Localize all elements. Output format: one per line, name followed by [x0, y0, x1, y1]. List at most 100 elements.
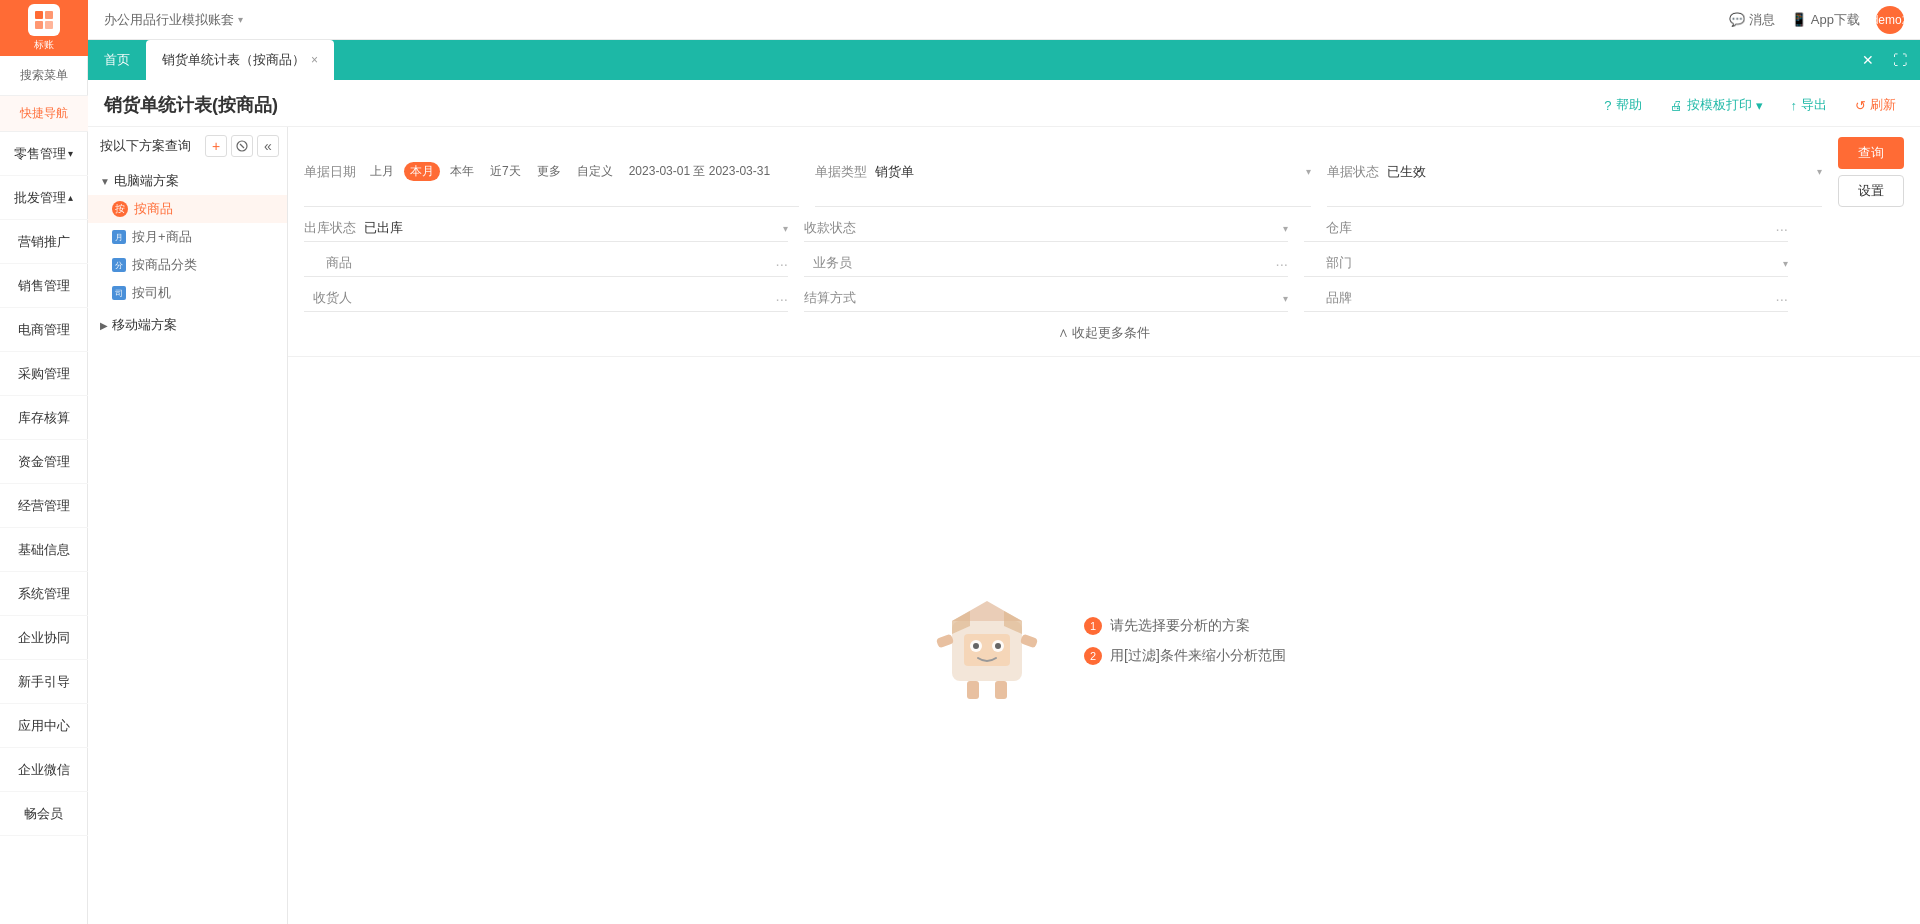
date-tab-7-days[interactable]: 近7天 [484, 162, 527, 181]
scheme-edit-button[interactable] [231, 135, 253, 157]
sidebar-item-cooperation-label: 企业协同 [18, 629, 70, 647]
sidebar-item-ecommerce[interactable]: 电商管理 [0, 308, 88, 352]
sidebar-item-basic[interactable]: 基础信息 [0, 528, 88, 572]
scheme-group-pc-label: 电脑端方案 [114, 172, 179, 190]
sidebar-item-retail[interactable]: 零售管理 ▾ [0, 132, 88, 176]
collapse-button[interactable]: ∧ 收起更多条件 [1058, 324, 1151, 342]
filter-separator-1 [799, 137, 815, 207]
date-tab-more[interactable]: 更多 [531, 162, 567, 181]
svg-rect-16 [995, 681, 1007, 699]
logo-text: 标账 [34, 38, 54, 52]
tab-close-window-button[interactable]: ✕ [1856, 48, 1880, 72]
sidebar-item-purchase[interactable]: 采购管理 [0, 352, 88, 396]
sidebar-item-stock[interactable]: 库存核算 [0, 396, 88, 440]
user-avatar[interactable]: demo2 [1876, 6, 1904, 34]
date-range-value: 2023-03-01 至 2023-03-31 [629, 163, 770, 180]
tab-home-label: 首页 [104, 51, 130, 69]
filter-department: 部门 ▾ [1304, 250, 1788, 277]
tip-1-number: 1 [1084, 617, 1102, 635]
settlement-arrow-icon[interactable]: ▾ [1283, 293, 1288, 304]
tab-expand-button[interactable]: ⛶ [1888, 48, 1912, 72]
query-button[interactable]: 查询 [1838, 137, 1904, 169]
date-tab-custom[interactable]: 自定义 [571, 162, 619, 181]
sidebar-item-operations[interactable]: 经营管理 [0, 484, 88, 528]
sidebar-item-finance-label: 资金管理 [18, 453, 70, 471]
scheme-item-by-month-goods[interactable]: 月 按月+商品 [88, 223, 287, 251]
sidebar-item-sales[interactable]: 销售管理 [0, 264, 88, 308]
doc-status-label: 单据状态 [1327, 163, 1387, 181]
sidebar-item-wechat[interactable]: 企业微信 [0, 748, 88, 792]
sidebar-item-guide[interactable]: 新手引导 [0, 660, 88, 704]
scheme-panel: 按以下方案查询 + « ▼ 电脑端方案 [88, 127, 288, 924]
scheme-group-mobile-header[interactable]: ▶ 移动端方案 [88, 311, 287, 339]
payment-status-arrow-icon[interactable]: ▾ [1283, 223, 1288, 234]
tab-home[interactable]: 首页 [88, 40, 146, 80]
sidebar-item-apps-label: 应用中心 [18, 717, 70, 735]
app-download-button[interactable]: 📱 App下载 [1791, 11, 1860, 29]
sidebar-item-apps[interactable]: 应用中心 [0, 704, 88, 748]
date-tab-this-month[interactable]: 本月 [404, 162, 440, 181]
export-button[interactable]: ↑ 导出 [1783, 92, 1836, 118]
sidebar-item-finance[interactable]: 资金管理 [0, 440, 88, 484]
scheme-collapse-button[interactable]: « [257, 135, 279, 157]
scheme-group-pc-header[interactable]: ▼ 电脑端方案 [88, 167, 287, 195]
svg-rect-15 [967, 681, 979, 699]
doc-status-value: 已生效 [1387, 163, 1817, 181]
message-button[interactable]: 💬 消息 [1729, 11, 1775, 29]
settings-button[interactable]: 设置 [1838, 175, 1904, 207]
help-button[interactable]: ? 帮助 [1596, 92, 1649, 118]
out-status-arrow-icon[interactable]: ▾ [783, 223, 788, 234]
help-label: 帮助 [1616, 96, 1642, 114]
department-arrow-icon[interactable]: ▾ [1783, 258, 1788, 269]
refresh-button[interactable]: ↺ 刷新 [1847, 92, 1904, 118]
empty-illustration [922, 576, 1052, 706]
tab-close-icon[interactable]: × [311, 53, 318, 67]
doc-type-label: 单据类型 [815, 163, 875, 181]
filter-doc-type: 单据类型 销货单 ▾ [815, 137, 1310, 207]
breadcrumb-dropdown-icon[interactable]: ▾ [238, 14, 243, 25]
scheme-group-pc: ▼ 电脑端方案 按 按商品 月 按月+商品 [88, 167, 287, 307]
svg-rect-1 [45, 11, 53, 19]
sidebar: 标账 搜索菜单 快捷导航 零售管理 ▾ 批发管理 ▴ 营销推广 销售管理 电商管… [0, 0, 88, 924]
sidebar-item-member[interactable]: 畅会员 [0, 792, 88, 836]
date-tab-last-month[interactable]: 上月 [364, 162, 400, 181]
quick-nav[interactable]: 快捷导航 [0, 96, 88, 132]
salesperson-dots-icon[interactable]: ··· [1275, 255, 1288, 272]
warehouse-dots-icon[interactable]: ··· [1775, 220, 1788, 237]
svg-rect-18 [1020, 633, 1038, 648]
date-tab-this-year[interactable]: 本年 [444, 162, 480, 181]
scheme-item-by-category[interactable]: 分 按商品分类 [88, 251, 287, 279]
scheme-add-button[interactable]: + [205, 135, 227, 157]
download-icon: 📱 [1791, 12, 1807, 27]
scheme-item-by-category-label: 按商品分类 [132, 256, 197, 274]
payment-status-label: 收款状态 [804, 219, 864, 237]
refresh-icon: ↺ [1855, 98, 1866, 113]
tip-2-text: 用[过滤]条件来缩小分析范围 [1110, 647, 1286, 665]
sidebar-item-wholesale[interactable]: 批发管理 ▴ [0, 176, 88, 220]
sidebar-item-marketing-label: 营销推广 [18, 233, 70, 251]
page-content: 销货单统计表(按商品) ? 帮助 🖨 按模板打印 ▾ ↑ 导出 [88, 80, 1920, 924]
scheme-item-by-goods[interactable]: 按 按商品 [88, 195, 287, 223]
brand-dots-icon[interactable]: ··· [1775, 290, 1788, 307]
receiver-dots-icon[interactable]: ··· [775, 290, 788, 307]
sidebar-item-system[interactable]: 系统管理 [0, 572, 88, 616]
template-print-button[interactable]: 🖨 按模板打印 ▾ [1662, 92, 1771, 118]
sidebar-item-ecommerce-label: 电商管理 [18, 321, 70, 339]
goods-label: 商品 [304, 254, 360, 272]
sidebar-item-cooperation[interactable]: 企业协同 [0, 616, 88, 660]
message-icon: 💬 [1729, 12, 1745, 27]
app-logo[interactable]: 标账 [0, 0, 88, 56]
scheme-item-by-driver[interactable]: 司 按司机 [88, 279, 287, 307]
filter-row-2: 出库状态 已出库 ▾ 收款状态 ▾ [304, 215, 1904, 242]
empty-content: 1 请先选择要分析的方案 2 用[过滤]条件来缩小分析范围 [922, 576, 1286, 706]
tabbar-controls: ✕ ⛶ [1856, 48, 1920, 72]
search-menu[interactable]: 搜索菜单 [0, 56, 88, 96]
sidebar-item-marketing[interactable]: 营销推广 [0, 220, 88, 264]
goods-dots-icon[interactable]: ··· [775, 255, 788, 272]
sidebar-item-wholesale-label: 批发管理 [14, 189, 66, 207]
main-area: 办公用品行业模拟账套 ▾ 💬 消息 📱 App下载 demo2 首页 销货单统计… [88, 0, 1920, 924]
collapse-bar: ∧ 收起更多条件 [304, 320, 1904, 346]
svg-point-14 [995, 643, 1001, 649]
tab-sales-stats[interactable]: 销货单统计表（按商品） × [146, 40, 334, 80]
sidebar-item-member-label: 畅会员 [24, 805, 63, 823]
